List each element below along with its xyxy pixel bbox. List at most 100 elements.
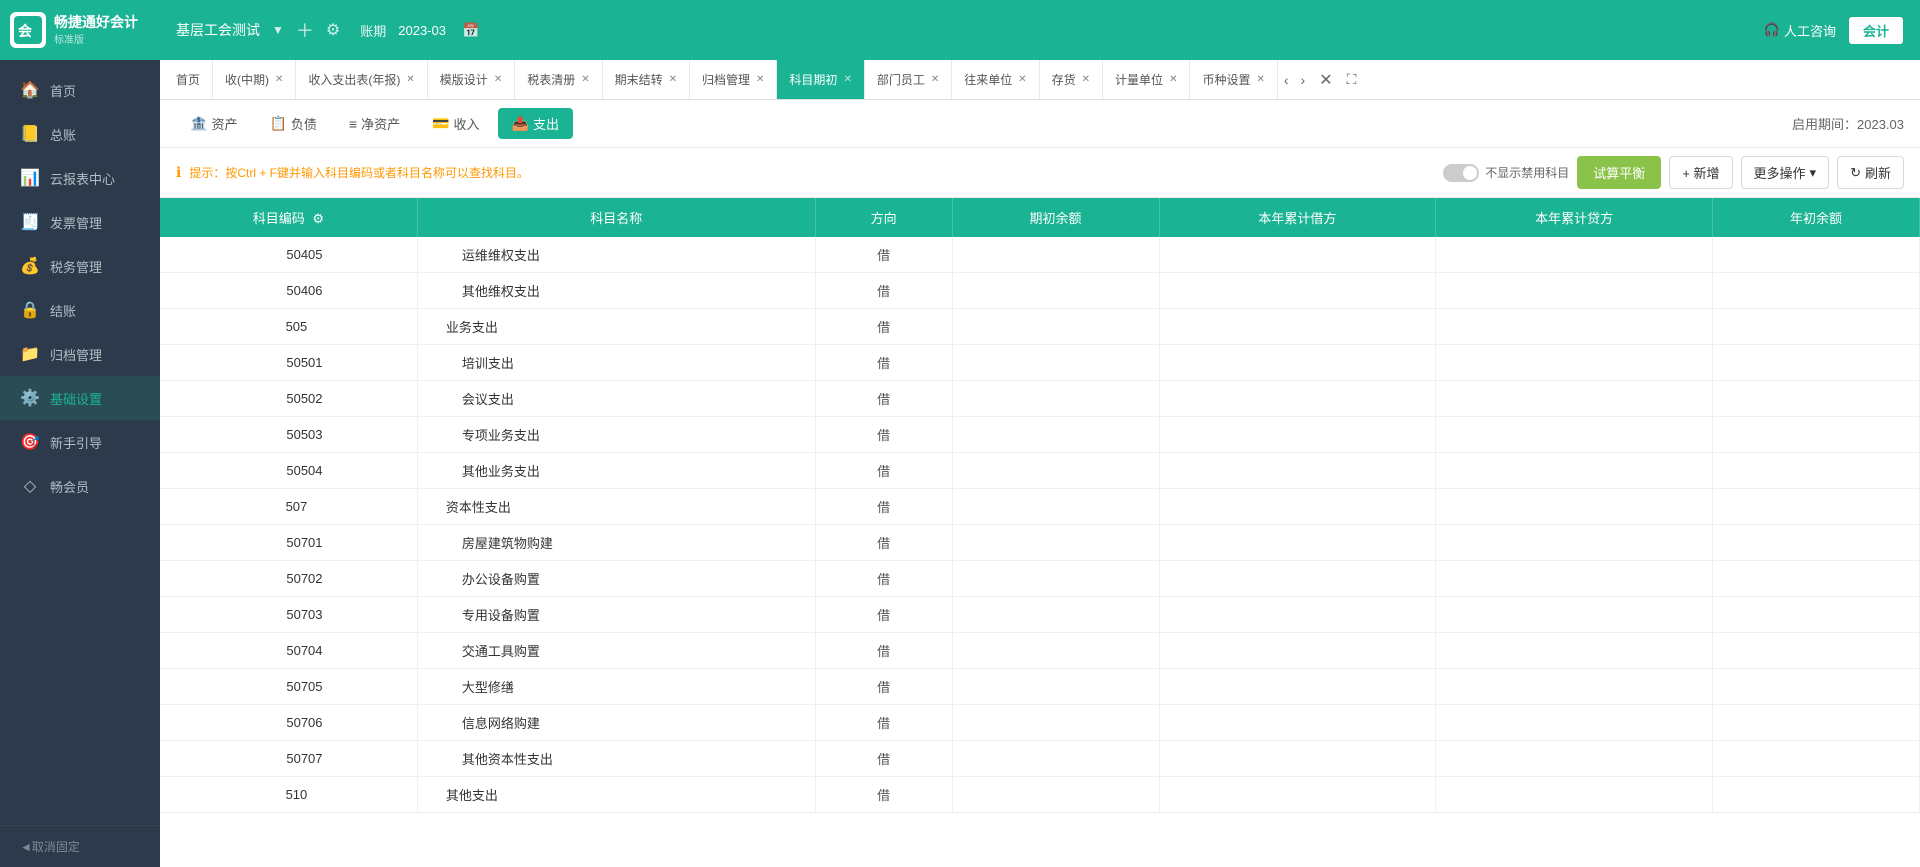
cell-code: 510 — [160, 777, 417, 813]
header-right: 🎧 人工咨询 会计 — [1764, 16, 1904, 45]
tab-balance-mid[interactable]: 收(中期) ✕ — [213, 60, 296, 100]
tab-expand-button[interactable]: ⛶ — [1341, 60, 1363, 100]
header-settings-icon[interactable]: ⚙ — [326, 20, 340, 40]
cell-opening-balance — [952, 273, 1159, 309]
table-row[interactable]: 50706 信息网络购建 借 — [160, 705, 1920, 741]
sidebar-item-guide[interactable]: 🎯 新手引导 — [0, 420, 160, 464]
col-year-opening: 年初余额 — [1713, 198, 1920, 237]
tab-close-icon[interactable]: ✕ — [843, 74, 851, 85]
toggle-disabled-subjects[interactable]: 不显示禁用科目 — [1443, 164, 1569, 182]
sub-tab-expense[interactable]: 📤 支出 — [498, 108, 573, 139]
tab-label: 计量单位 — [1115, 71, 1163, 88]
tab-nav-prev[interactable]: ‹ — [1278, 60, 1295, 100]
table-row[interactable]: 50701 房屋建筑物购建 借 — [160, 525, 1920, 561]
tab-currency[interactable]: 币种设置 ✕ — [1190, 60, 1277, 100]
table-row[interactable]: 50406 其他维权支出 借 — [160, 273, 1920, 309]
cell-ytd-debit — [1159, 453, 1436, 489]
refresh-button[interactable]: ↻ 刷新 — [1837, 156, 1904, 189]
cell-ytd-debit — [1159, 633, 1436, 669]
support-button[interactable]: 🎧 人工咨询 — [1764, 21, 1836, 40]
cell-ytd-debit — [1159, 705, 1436, 741]
table-row[interactable]: 50702 办公设备购置 借 — [160, 561, 1920, 597]
sidebar-item-archive[interactable]: 📁 归档管理 — [0, 332, 160, 376]
cell-name: 大型修缮 — [417, 669, 815, 705]
tab-close-all-button[interactable]: ✕ — [1311, 60, 1340, 100]
table-row[interactable]: 50705 大型修缮 借 — [160, 669, 1920, 705]
sidebar-pin-toggle[interactable]: ◄取消固定 — [0, 825, 160, 867]
table-row[interactable]: 507 资本性支出 借 — [160, 489, 1920, 525]
tab-close-icon[interactable]: ✕ — [756, 74, 764, 85]
tab-tax-clear[interactable]: 税表清册 ✕ — [515, 60, 602, 100]
tab-dept-staff[interactable]: 部门员工 ✕ — [865, 60, 952, 100]
sidebar-item-close[interactable]: 🔒 结账 — [0, 288, 160, 332]
tab-income-annual[interactable]: 收入支出表(年报) ✕ — [296, 60, 427, 100]
cell-code: 507 — [160, 489, 417, 525]
sidebar-item-tax[interactable]: 💰 税务管理 — [0, 244, 160, 288]
logo-title: 畅捷通好会计 — [54, 14, 138, 31]
tab-close-icon[interactable]: ✕ — [275, 74, 283, 85]
sub-tab-income[interactable]: 💳 收入 — [418, 108, 493, 139]
more-actions-button[interactable]: 更多操作 ▾ — [1741, 156, 1830, 189]
tab-template[interactable]: 模版设计 ✕ — [428, 60, 515, 100]
cell-opening-balance — [952, 237, 1159, 273]
tab-period-close[interactable]: 期末结转 ✕ — [603, 60, 690, 100]
tab-close-icon[interactable]: ✕ — [1169, 74, 1177, 85]
tab-close-icon[interactable]: ✕ — [1256, 74, 1264, 85]
tab-close-icon[interactable]: ✕ — [406, 74, 414, 85]
cell-ytd-debit — [1159, 417, 1436, 453]
cell-direction: 借 — [815, 381, 952, 417]
tab-close-icon[interactable]: ✕ — [931, 74, 939, 85]
tab-subject-init[interactable]: 科目期初 ✕ — [777, 60, 864, 100]
sub-tab-liability[interactable]: 📋 负债 — [255, 108, 330, 139]
table-row[interactable]: 50502 会议支出 借 — [160, 381, 1920, 417]
cell-year-opening — [1713, 453, 1920, 489]
tab-close-icon[interactable]: ✕ — [669, 74, 677, 85]
table-row[interactable]: 50707 其他资本性支出 借 — [160, 741, 1920, 777]
account-button[interactable]: 会计 — [1848, 16, 1904, 45]
table-row[interactable]: 50405 运维维权支出 借 — [160, 237, 1920, 273]
table-row[interactable]: 50704 交通工具购置 借 — [160, 633, 1920, 669]
sub-tab-net-asset[interactable]: ≡ 净资产 — [335, 108, 414, 139]
sidebar-item-member[interactable]: ◇ 畅会员 — [0, 464, 160, 508]
table-row[interactable]: 505 业务支出 借 — [160, 309, 1920, 345]
sub-tab-asset[interactable]: 🏦 资产 — [176, 108, 251, 139]
sidebar-item-reports[interactable]: 📊 云报表中心 — [0, 156, 160, 200]
tab-inventory[interactable]: 存货 ✕ — [1040, 60, 1103, 100]
settings-icon: ⚙️ — [20, 388, 40, 408]
table-row[interactable]: 50504 其他业务支出 借 — [160, 453, 1920, 489]
tab-close-icon[interactable]: ✕ — [1018, 74, 1026, 85]
workspace-dropdown-icon[interactable]: ▼ — [272, 23, 284, 37]
toggle-switch[interactable] — [1443, 164, 1479, 182]
sidebar-item-settings[interactable]: ⚙️ 基础设置 — [0, 376, 160, 420]
tab-units[interactable]: 往来单位 ✕ — [952, 60, 1039, 100]
add-button[interactable]: + 新增 — [1669, 156, 1732, 189]
col-ytd-debit: 本年累计借方 — [1159, 198, 1436, 237]
calendar-icon[interactable]: 📅 — [462, 22, 479, 39]
cell-direction: 借 — [815, 777, 952, 813]
table-row[interactable]: 50703 专用设备购置 借 — [160, 597, 1920, 633]
cell-ytd-debit — [1159, 381, 1436, 417]
sidebar-item-invoice[interactable]: 🧾 发票管理 — [0, 200, 160, 244]
sidebar-item-label: 基础设置 — [50, 389, 102, 408]
tab-home[interactable]: 首页 — [164, 60, 213, 100]
add-workspace-button[interactable]: ＋ — [296, 17, 314, 43]
table-row[interactable]: 50501 培训支出 借 — [160, 345, 1920, 381]
sidebar-item-home[interactable]: 🏠 首页 — [0, 68, 160, 112]
tab-close-icon[interactable]: ✕ — [1082, 74, 1090, 85]
column-settings-icon[interactable]: ⚙ — [312, 211, 324, 227]
cell-year-opening — [1713, 741, 1920, 777]
tab-close-icon[interactable]: ✕ — [494, 74, 502, 85]
tab-nav-next[interactable]: › — [1295, 60, 1312, 100]
tab-measure[interactable]: 计量单位 ✕ — [1103, 60, 1190, 100]
cell-code: 50705 — [160, 669, 417, 705]
tab-close-icon[interactable]: ✕ — [581, 74, 589, 85]
balance-button[interactable]: 试算平衡 — [1577, 156, 1661, 189]
tab-archive-mgmt[interactable]: 归档管理 ✕ — [690, 60, 777, 100]
tip-text: 提示：按Ctrl + F键并输入科目编码或者科目名称可以查找科目。 — [189, 164, 529, 181]
table-row[interactable]: 510 其他支出 借 — [160, 777, 1920, 813]
sidebar-item-label: 新手引导 — [50, 433, 102, 452]
tab-label: 币种设置 — [1202, 71, 1250, 88]
sidebar-item-ledger[interactable]: 📒 总账 — [0, 112, 160, 156]
cell-ytd-credit — [1436, 561, 1713, 597]
table-row[interactable]: 50503 专项业务支出 借 — [160, 417, 1920, 453]
